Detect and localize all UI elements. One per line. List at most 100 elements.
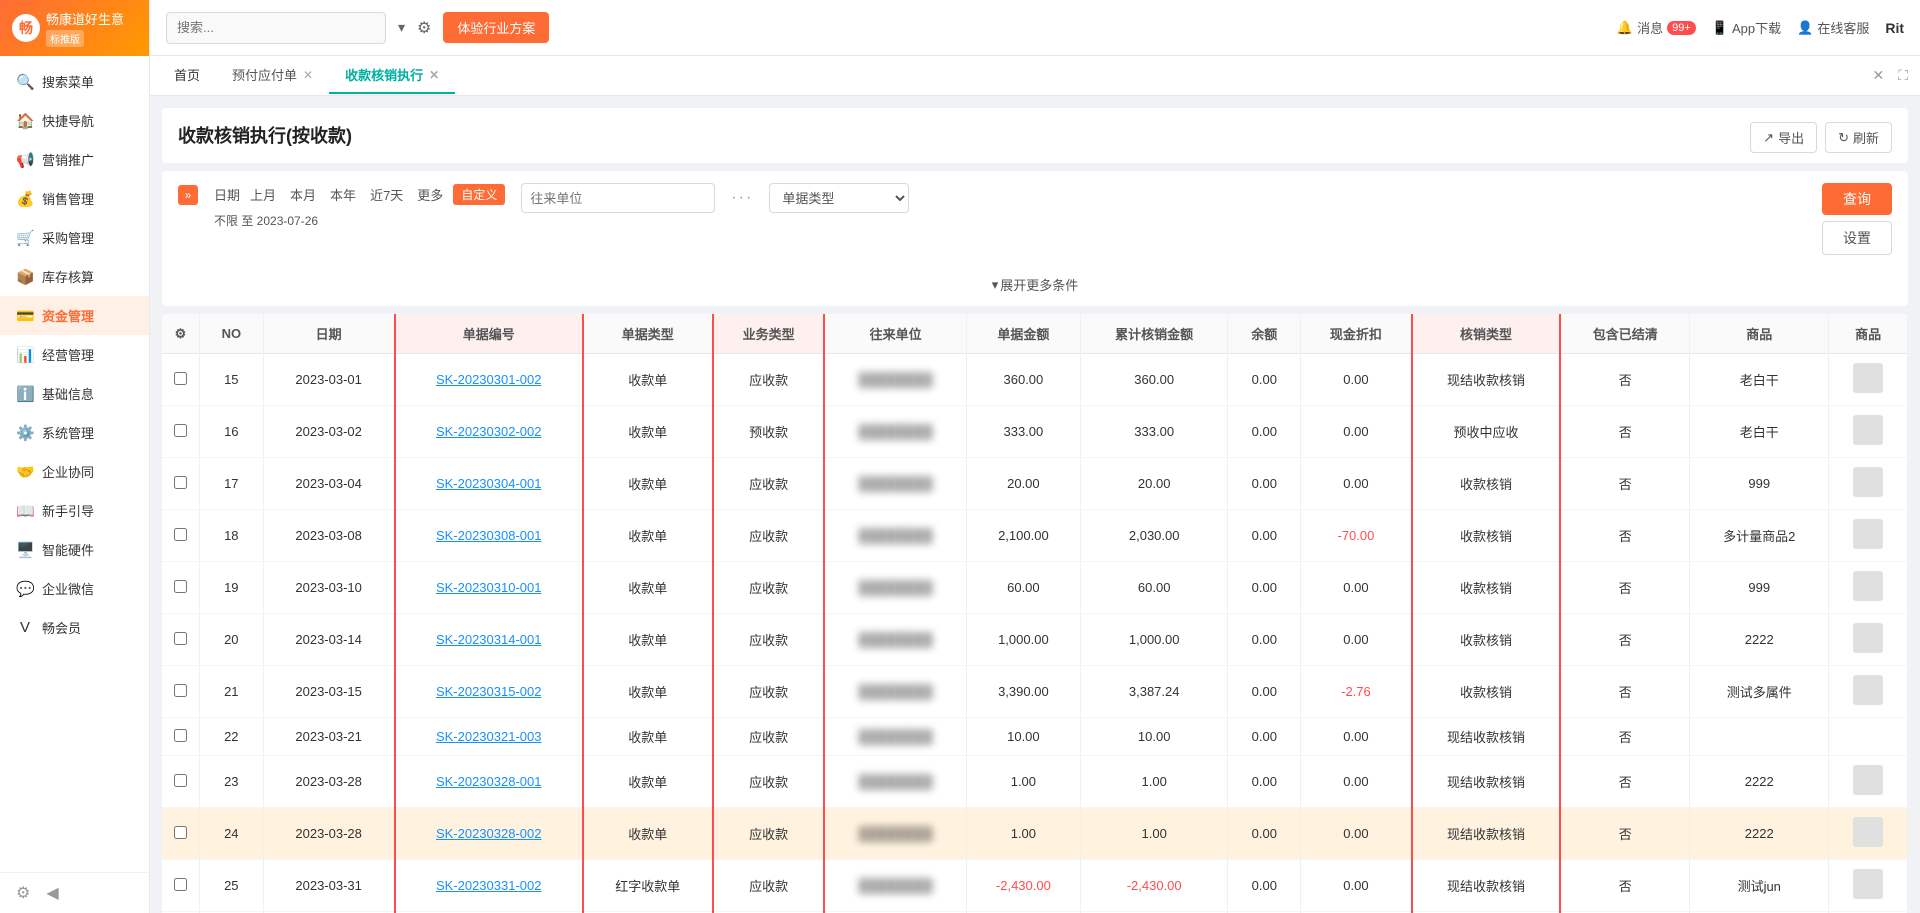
col-header-settings[interactable]: ⚙ [162,314,200,354]
cell-product-img [1829,510,1908,562]
tab-close-all-btn[interactable]: ✕ [1868,63,1888,88]
cell-balance: 0.00 [1228,458,1301,510]
filter-date-this-year[interactable]: 本年 [326,183,360,206]
export-btn[interactable]: ↗ 导出 [1750,122,1817,153]
cell-checkbox[interactable] [162,406,200,458]
cell-verify-type: 现结收款核销 [1412,718,1561,756]
cell-no: 24 [200,808,264,860]
cell-checkbox[interactable] [162,808,200,860]
query-btn[interactable]: 查询 [1822,183,1892,215]
sidebar-item-quicknav[interactable]: 🏠 快捷导航 [0,101,149,140]
cell-discount: 0.00 [1301,756,1412,808]
guide-icon: 📖 [16,502,34,520]
sidebar-item-system[interactable]: ⚙️ 系统管理 [0,413,149,452]
cell-balance: 0.00 [1228,354,1301,406]
cell-serial[interactable]: SK-20230308-001 [395,510,583,562]
cell-checkbox[interactable] [162,510,200,562]
filter-date-7days[interactable]: 近7天 [366,183,407,206]
topbar-search-input[interactable] [166,12,386,44]
sidebar-item-search[interactable]: 🔍 搜索菜单 [0,62,149,101]
cell-serial[interactable]: SK-20230331-002 [395,860,583,912]
cell-amount: 333.00 [966,406,1080,458]
cell-serial[interactable]: SK-20230304-001 [395,458,583,510]
sidebar-item-marketing[interactable]: 📢 营销推广 [0,140,149,179]
sidebar-settings-icon[interactable]: ⚙ [16,883,30,903]
cell-no: 22 [200,718,264,756]
cell-checkbox[interactable] [162,458,200,510]
filter-date-more[interactable]: 更多 [413,183,447,206]
bell-icon: 🔔 [1617,20,1633,36]
tab-home[interactable]: 首页 [158,57,216,94]
filter-partner-input[interactable] [521,183,715,213]
cell-date: 2023-03-01 [263,354,395,406]
app-download-item[interactable]: 📱 App下载 [1712,18,1781,37]
cell-serial[interactable]: SK-20230314-001 [395,614,583,666]
messages-item[interactable]: 🔔 消息 99+ [1617,18,1696,37]
sidebar-item-guide[interactable]: 📖 新手引导 [0,491,149,530]
filter-date-last-month[interactable]: 上月 [246,183,280,206]
cell-checkbox[interactable] [162,354,200,406]
sidebar-item-member[interactable]: V 畅会员 [0,608,149,647]
col-header-date: 日期 [263,314,395,354]
sidebar-item-basic[interactable]: ℹ️ 基础信息 [0,374,149,413]
cell-balance: 0.00 [1228,406,1301,458]
cell-amount: 2,100.00 [966,510,1080,562]
sidebar-collapse-icon[interactable]: ◀ [46,883,58,903]
cell-serial[interactable]: SK-20230301-002 [395,354,583,406]
cell-product: 2222 [1690,808,1829,860]
filter-expand-btn[interactable]: » [178,185,198,205]
cell-verify-type: 现结收款核销 [1412,354,1561,406]
cell-serial[interactable]: SK-20230310-001 [395,562,583,614]
cell-product: 测试多属件 [1690,666,1829,718]
col-header-product: 商品 [1690,314,1829,354]
cell-checkbox[interactable] [162,756,200,808]
cell-serial[interactable]: SK-20230328-002 [395,808,583,860]
filter-expand-more: ▾ 展开更多条件 [178,275,1892,294]
filter-date-custom-btn[interactable]: 自定义 [453,184,505,205]
sidebar-item-purchase[interactable]: 🛒 采购管理 [0,218,149,257]
cell-product-img [1829,666,1908,718]
cell-discount: 0.00 [1301,808,1412,860]
sidebar-item-enterprise[interactable]: 🤝 企业协同 [0,452,149,491]
sidebar-item-operations[interactable]: 📊 经营管理 [0,335,149,374]
tab-collection-close[interactable]: ✕ [429,68,439,82]
sidebar-item-finance[interactable]: 💳 资金管理 [0,296,149,335]
filter-expand-more-btn[interactable]: ▾ 展开更多条件 [992,275,1079,294]
online-service-item[interactable]: 👤 在线客服 [1797,18,1869,37]
cell-no: 19 [200,562,264,614]
cell-include-settled: 否 [1560,510,1689,562]
tab-prepay[interactable]: 预付应付单 ✕ [216,57,329,94]
sidebar-item-hardware[interactable]: 🖥️ 智能硬件 [0,530,149,569]
cell-checkbox[interactable] [162,718,200,756]
cell-serial[interactable]: SK-20230328-001 [395,756,583,808]
cell-serial[interactable]: SK-20230321-003 [395,718,583,756]
refresh-btn[interactable]: ↻ 刷新 [1825,122,1892,153]
cell-include-settled: 否 [1560,354,1689,406]
cell-include-settled: 否 [1560,808,1689,860]
topbar-dropdown-btn[interactable]: ▾ [398,19,405,36]
tab-collection[interactable]: 收款核销执行 ✕ [329,57,455,94]
topbar-gear-btn[interactable]: ⚙ [417,18,431,38]
cell-serial[interactable]: SK-20230315-002 [395,666,583,718]
tabs-bar-right: ✕ ⛶ [1868,63,1912,88]
cell-product-img [1829,756,1908,808]
cell-discount: -70.00 [1301,510,1412,562]
cell-checkbox[interactable] [162,666,200,718]
filter-date-range: 不限 至 2023-07-26 [214,212,505,229]
cell-serial[interactable]: SK-20230302-002 [395,406,583,458]
filter-settings-btn[interactable]: 设置 [1822,221,1892,255]
cell-verify-type: 收款核销 [1412,510,1561,562]
sidebar-item-sales[interactable]: 💰 销售管理 [0,179,149,218]
sidebar-item-wechat[interactable]: 💬 企业微信 [0,569,149,608]
filter-date-this-month[interactable]: 本月 [286,183,320,206]
tab-prepay-close[interactable]: ✕ [303,68,313,82]
user-avatar[interactable]: Rit [1885,20,1904,36]
cell-checkbox[interactable] [162,614,200,666]
cell-checkbox[interactable] [162,562,200,614]
tab-expand-btn[interactable]: ⛶ [1894,63,1912,88]
cell-checkbox[interactable] [162,860,200,912]
sidebar-item-inventory[interactable]: 📦 库存核算 [0,257,149,296]
solution-btn[interactable]: 体验行业方案 [443,12,549,43]
filter-receipt-type-select[interactable]: 单据类型 [769,183,909,213]
hardware-icon: 🖥️ [16,541,34,559]
